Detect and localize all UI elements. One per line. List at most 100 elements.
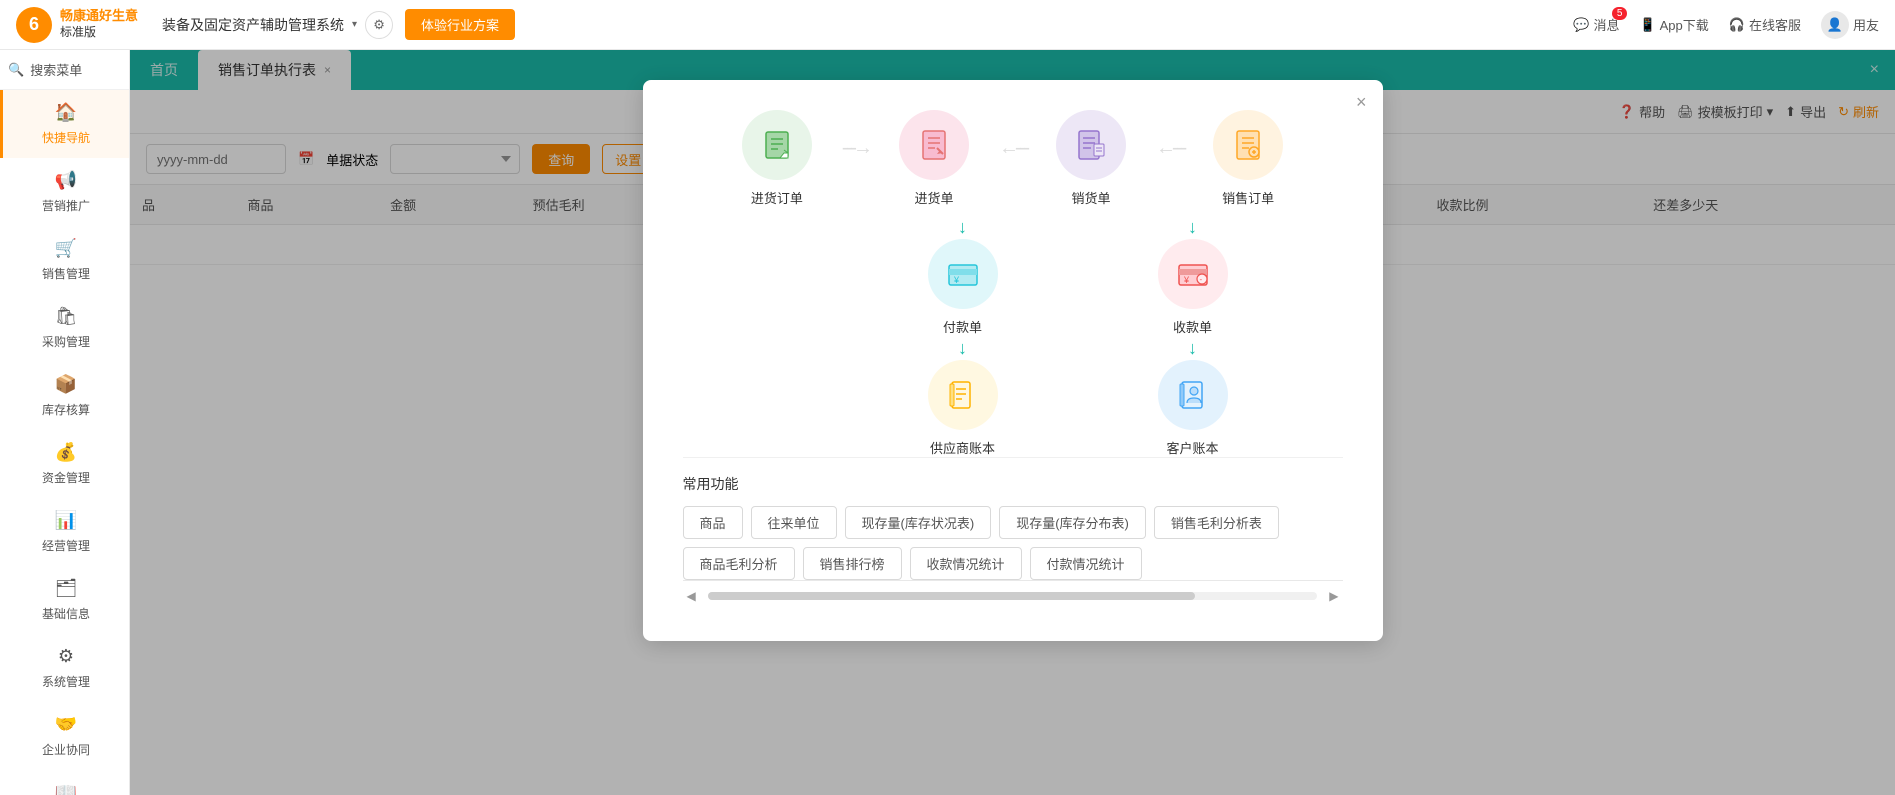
supplier-ledger-circle xyxy=(928,360,998,430)
receipt-column: ↓ ¥ - 收款单 ↓ xyxy=(1128,215,1258,457)
message-badge: 5 xyxy=(1612,7,1628,20)
sale-bill-label: 销货单 xyxy=(1072,188,1111,207)
basic-info-icon: 🗂 xyxy=(55,578,78,599)
flow-node-receipt[interactable]: ¥ - 收款单 xyxy=(1158,239,1228,336)
system-icon: ⚙ xyxy=(58,646,74,667)
flow-node-purchase-bill[interactable]: 进货单 xyxy=(899,110,969,207)
sidebar-item-inventory[interactable]: 📦 库存核算 xyxy=(0,362,129,430)
arrow-1: - - -→ xyxy=(842,137,869,180)
download-icon: 📱 xyxy=(1639,17,1655,33)
message-icon: 💬 xyxy=(1573,17,1589,33)
supplier-ledger-label: 供应商账本 xyxy=(930,438,995,457)
purchase-bill-circle xyxy=(899,110,969,180)
try-button[interactable]: 体验行业方案 xyxy=(405,9,515,40)
cf-btn-product-profit-analysis[interactable]: 商品毛利分析 xyxy=(683,547,795,580)
guide-icon: 📖 xyxy=(55,782,77,795)
sidebar-item-sales[interactable]: 🛒 销售管理 xyxy=(0,226,129,294)
arrow-3: ←- - - xyxy=(1156,137,1183,180)
user-name: 用友 xyxy=(1853,15,1879,34)
arrow-down-4: ↓ xyxy=(1188,336,1197,360)
logo-icon: 6 xyxy=(16,7,52,43)
svg-text:-: - xyxy=(1199,275,1202,284)
sidebar-item-operation[interactable]: 📊 经营管理 xyxy=(0,498,129,566)
quick-nav-icon: 🏠 xyxy=(55,102,77,123)
search-menu-label: 搜索菜单 xyxy=(30,60,82,79)
sidebar-item-basic-info[interactable]: 🗂 基础信息 xyxy=(0,566,129,634)
flow-diagram: 进货订单 - - -→ xyxy=(683,110,1343,457)
payment-label: 付款单 xyxy=(943,317,982,336)
flow-node-sale-bill[interactable]: 销货单 xyxy=(1056,110,1126,207)
common-functions-section: 常用功能 商品 往来单位 现存量(库存状况表) 现存量(库存分布表) 销售毛利分… xyxy=(683,457,1343,580)
sidebar-item-label-system: 系统管理 xyxy=(42,673,90,690)
cf-btn-receipt-stats[interactable]: 收款情况统计 xyxy=(910,547,1022,580)
sale-bill-circle xyxy=(1056,110,1126,180)
flow-node-sale-order[interactable]: 销售订单 xyxy=(1213,110,1283,207)
scroll-right-button[interactable]: ▶ xyxy=(1325,589,1342,603)
cf-btn-partner[interactable]: 往来单位 xyxy=(751,506,837,539)
sidebar-item-marketing[interactable]: 📢 营销推广 xyxy=(0,158,129,226)
arrow-down-2: ↓ xyxy=(958,336,967,360)
flow-node-supplier-ledger[interactable]: 供应商账本 xyxy=(928,360,998,457)
sidebar-item-quick-nav[interactable]: 🏠 快捷导航 xyxy=(0,90,129,158)
message-button[interactable]: 💬 消息 5 xyxy=(1573,15,1619,34)
cf-btn-sales-ranking[interactable]: 销售排行榜 xyxy=(803,547,902,580)
sidebar-item-label-inventory: 库存核算 xyxy=(42,401,90,418)
sidebar-item-label-operation: 经营管理 xyxy=(42,537,90,554)
logo-area: 6 畅康通好生意 标准版 xyxy=(16,7,146,43)
receipt-circle: ¥ - xyxy=(1158,239,1228,309)
top-bar: 6 畅康通好生意 标准版 装备及固定资产辅助管理系统 ▾ ⚙ 体验行业方案 💬 … xyxy=(0,0,1895,50)
user-menu-button[interactable]: 👤 用友 xyxy=(1821,11,1879,39)
top-right-area: 💬 消息 5 📱 App下载 🎧 在线客服 👤 用友 xyxy=(1573,11,1879,39)
app-download-button[interactable]: 📱 App下载 xyxy=(1639,15,1708,34)
sidebar-item-label-basic-info: 基础信息 xyxy=(42,605,90,622)
purchase-bill-label: 进货单 xyxy=(914,188,953,207)
cf-btn-product[interactable]: 商品 xyxy=(683,506,743,539)
system-title-dropdown-icon[interactable]: ▾ xyxy=(352,19,357,30)
scroll-left-button[interactable]: ◀ xyxy=(683,589,700,603)
sidebar-item-label-quick-nav: 快捷导航 xyxy=(42,129,90,146)
common-functions-title: 常用功能 xyxy=(683,474,1343,494)
finance-icon: 💰 xyxy=(55,442,77,463)
customer-ledger-circle xyxy=(1158,360,1228,430)
sales-icon: 🛒 xyxy=(55,238,77,259)
scroll-thumb xyxy=(708,592,1196,600)
cf-btn-stock-dist[interactable]: 现存量(库存分布表) xyxy=(999,506,1146,539)
operation-icon: 📊 xyxy=(55,510,77,531)
common-functions-buttons: 商品 往来单位 现存量(库存状况表) 现存量(库存分布表) 销售毛利分析表 商品… xyxy=(683,506,1343,580)
marketing-icon: 📢 xyxy=(55,170,77,191)
inventory-icon: 📦 xyxy=(55,374,77,395)
sidebar-item-system[interactable]: ⚙ 系统管理 xyxy=(0,634,129,702)
sidebar: 🔍 搜索菜单 🏠 快捷导航 📢 营销推广 🛒 销售管理 🛍 采购管理 📦 xyxy=(0,50,130,795)
search-menu-button[interactable]: 🔍 搜索菜单 xyxy=(0,50,129,90)
sidebar-item-purchase[interactable]: 🛍 采购管理 xyxy=(0,294,129,362)
arrow-2: ←- - - xyxy=(999,137,1026,180)
online-service-button[interactable]: 🎧 在线客服 xyxy=(1729,15,1801,34)
user-avatar: 👤 xyxy=(1821,11,1849,39)
customer-ledger-label: 客户账本 xyxy=(1166,438,1218,457)
cf-btn-stock-status[interactable]: 现存量(库存状况表) xyxy=(845,506,992,539)
popup-scroll-area: ◀ ▶ xyxy=(683,580,1343,611)
sale-order-label: 销售订单 xyxy=(1222,188,1274,207)
sidebar-item-label-finance: 资金管理 xyxy=(42,469,90,486)
arrow-down-1: ↓ xyxy=(958,215,967,239)
cf-btn-sales-profit-analysis[interactable]: 销售毛利分析表 xyxy=(1154,506,1279,539)
settings-button[interactable]: ⚙ xyxy=(365,11,393,39)
popup-close-button[interactable]: × xyxy=(1356,92,1367,113)
flow-row-1: 进货订单 - - -→ xyxy=(712,110,1313,207)
sidebar-item-label-purchase: 采购管理 xyxy=(42,333,90,350)
system-title: 装备及固定资产辅助管理系统 ▾ xyxy=(162,15,357,35)
sidebar-item-guide[interactable]: 📖 新手引导 xyxy=(0,770,129,795)
logo-main: 畅康通好生意 xyxy=(60,8,138,25)
flow-node-payment[interactable]: ¥ 付款单 xyxy=(928,239,998,336)
sidebar-item-finance[interactable]: 💰 资金管理 xyxy=(0,430,129,498)
sidebar-item-cooperation[interactable]: 🤝 企业协同 xyxy=(0,702,129,770)
payment-circle: ¥ xyxy=(928,239,998,309)
purchase-icon: 🛍 xyxy=(55,306,78,327)
receipt-label: 收款单 xyxy=(1173,317,1212,336)
svg-text:¥: ¥ xyxy=(1183,275,1190,285)
scroll-track[interactable] xyxy=(708,592,1318,600)
cf-btn-payment-stats[interactable]: 付款情况统计 xyxy=(1030,547,1142,580)
flow-node-customer-ledger[interactable]: 客户账本 xyxy=(1158,360,1228,457)
flow-node-purchase-order[interactable]: 进货订单 xyxy=(742,110,812,207)
sidebar-item-label-marketing: 营销推广 xyxy=(42,197,90,214)
